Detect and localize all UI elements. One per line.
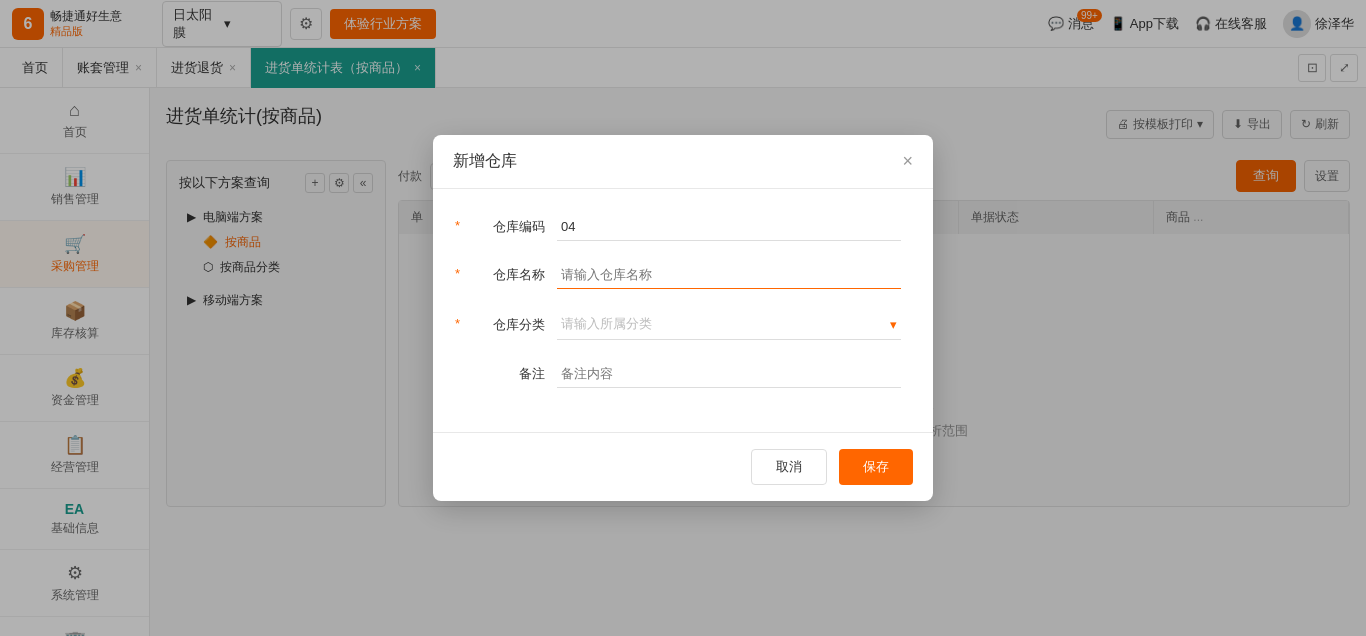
warehouse-remark-input[interactable]	[557, 360, 901, 388]
modal-close-button[interactable]: ×	[902, 151, 913, 172]
modal-title: 新增仓库	[453, 151, 517, 172]
warehouse-category-select[interactable]: 请输入所属分类 ▾	[557, 309, 901, 340]
modal-overlay: 新增仓库 × 仓库编码 仓库名称 仓库分类 请输入所属分类 ▾	[0, 0, 1366, 636]
form-row-category: 仓库分类 请输入所属分类 ▾	[465, 309, 901, 340]
form-row-code: 仓库编码	[465, 213, 901, 241]
modal-footer: 取消 保存	[433, 432, 933, 501]
cancel-button[interactable]: 取消	[751, 449, 827, 485]
new-warehouse-modal: 新增仓库 × 仓库编码 仓库名称 仓库分类 请输入所属分类 ▾	[433, 135, 933, 501]
form-label-category: 仓库分类	[465, 316, 545, 334]
modal-header: 新增仓库 ×	[433, 135, 933, 189]
warehouse-name-input[interactable]	[557, 261, 901, 289]
form-row-name: 仓库名称	[465, 261, 901, 289]
select-chevron-icon: ▾	[890, 317, 897, 332]
form-row-remark: 备注	[465, 360, 901, 388]
warehouse-code-input[interactable]	[557, 213, 901, 241]
form-label-code: 仓库编码	[465, 218, 545, 236]
form-label-remark: 备注	[465, 365, 545, 383]
modal-body: 仓库编码 仓库名称 仓库分类 请输入所属分类 ▾ 备注	[433, 189, 933, 432]
save-button[interactable]: 保存	[839, 449, 913, 485]
form-label-name: 仓库名称	[465, 266, 545, 284]
